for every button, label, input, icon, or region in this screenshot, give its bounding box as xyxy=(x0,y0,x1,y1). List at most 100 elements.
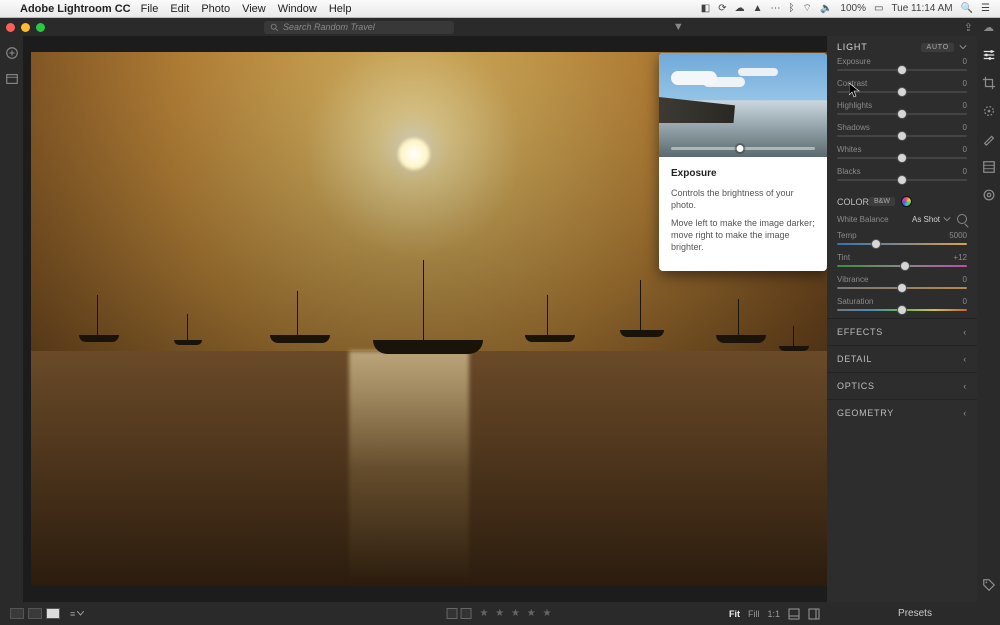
exposure-label: Exposure xyxy=(837,57,871,66)
menu-edit[interactable]: Edit xyxy=(170,3,189,15)
presets-button[interactable]: Presets xyxy=(840,608,990,619)
workspace: Exposure Controls the brightness of your… xyxy=(0,36,1000,602)
radial-gradient-icon[interactable] xyxy=(982,188,996,202)
edit-panel: LIGHT AUTO Exposure0 Contrast0 Highlight… xyxy=(827,36,977,602)
grid-view-button[interactable] xyxy=(10,608,24,619)
square-grid-button[interactable] xyxy=(28,608,42,619)
shadows-label: Shadows xyxy=(837,123,870,132)
tooltip-title: Exposure xyxy=(671,167,815,181)
zoom-1to1[interactable]: 1:1 xyxy=(767,609,780,619)
detail-view-button[interactable] xyxy=(46,608,60,619)
my-photos-icon[interactable] xyxy=(5,72,19,86)
notifications-icon[interactable]: ☰ xyxy=(981,3,990,14)
filter-icon[interactable]: ▼ xyxy=(673,21,684,34)
effects-section[interactable]: EFFECTS‹ xyxy=(827,318,977,345)
info-toggle-icon[interactable] xyxy=(808,608,820,620)
photo-canvas[interactable]: Exposure Controls the brightness of your… xyxy=(31,52,827,586)
mac-menubar: Adobe Lightroom CC File Edit Photo View … xyxy=(0,0,1000,18)
temp-label: Temp xyxy=(837,231,857,240)
tooltip-text-2: Move left to make the image darker; move… xyxy=(671,217,815,253)
vibrance-slider[interactable]: Vibrance 0 xyxy=(827,274,977,296)
spotlight-icon[interactable]: 🔍 xyxy=(961,3,973,14)
saturation-slider[interactable]: Saturation0 xyxy=(827,296,977,318)
battery-icon: ▭ xyxy=(874,3,883,14)
zoom-fill[interactable]: Fill xyxy=(748,609,760,619)
add-photos-icon[interactable] xyxy=(5,46,19,60)
right-tool-rail xyxy=(977,36,1000,602)
vibrance-value: 0 xyxy=(963,275,967,284)
saturation-label: Saturation xyxy=(837,297,873,306)
highlights-label: Highlights xyxy=(837,101,872,110)
tooltip-preview-slider[interactable] xyxy=(671,147,815,150)
highlights-value: 0 xyxy=(963,101,967,110)
contrast-label: Contrast xyxy=(837,79,867,88)
status-icon: ⟳ xyxy=(718,3,726,14)
edit-sliders-icon[interactable] xyxy=(982,48,996,62)
vibrance-label: Vibrance xyxy=(837,275,868,284)
left-rail xyxy=(0,36,23,602)
wb-eyedropper-icon[interactable] xyxy=(957,214,967,224)
whites-slider[interactable]: Whites 0 xyxy=(827,144,977,166)
keywords-icon[interactable] xyxy=(982,578,996,592)
whites-label: Whites xyxy=(837,145,861,154)
color-title: COLOR xyxy=(837,197,869,207)
color-section-header[interactable]: COLOR B&W xyxy=(827,188,977,212)
tint-slider[interactable]: Tint+12 xyxy=(827,252,977,274)
star-rating[interactable]: ★ ★ ★ ★ ★ xyxy=(480,608,554,619)
detail-section[interactable]: DETAIL‹ xyxy=(827,345,977,372)
flag-pick-button[interactable] xyxy=(447,608,458,619)
crop-icon[interactable] xyxy=(982,76,996,90)
menu-photo[interactable]: Photo xyxy=(201,3,230,15)
chevron-down-icon xyxy=(943,215,951,223)
cloud-sync-icon[interactable]: ☁ xyxy=(983,21,994,34)
bw-toggle[interactable]: B&W xyxy=(869,197,895,206)
shadows-slider[interactable]: Shadows0 xyxy=(827,122,977,144)
filmstrip-toggle-icon[interactable] xyxy=(788,608,800,620)
blacks-slider[interactable]: Blacks 0 xyxy=(827,166,977,188)
exposure-slider[interactable]: Exposure 0 xyxy=(827,56,977,78)
healing-brush-icon[interactable] xyxy=(982,104,996,118)
clock[interactable]: Tue 11:14 AM xyxy=(891,3,952,14)
exposure-value: 0 xyxy=(963,57,967,66)
whites-value: 0 xyxy=(963,145,967,154)
search-placeholder: Search Random Travel xyxy=(283,22,375,32)
volume-icon[interactable]: 🔈 xyxy=(820,3,832,14)
bluetooth-icon[interactable]: ᛒ xyxy=(789,3,795,14)
geometry-section[interactable]: GEOMETRY‹ xyxy=(827,399,977,426)
tooltip-preview xyxy=(659,53,827,157)
fullscreen-window-button[interactable] xyxy=(36,23,45,32)
zoom-fit[interactable]: Fit xyxy=(729,609,740,619)
white-balance-row[interactable]: White Balance As Shot xyxy=(827,212,977,230)
brush-icon[interactable] xyxy=(982,132,996,146)
sort-button[interactable]: ≡ xyxy=(70,609,84,619)
bottom-bar: ≡ ★ ★ ★ ★ ★ Fit Fill 1:1 Presets xyxy=(0,602,1000,625)
canvas-area: Exposure Controls the brightness of your… xyxy=(23,36,827,602)
wb-label: White Balance xyxy=(837,215,889,224)
view-mode-switcher xyxy=(10,608,60,619)
menu-window[interactable]: Window xyxy=(278,3,317,15)
tint-value: +12 xyxy=(953,253,967,262)
menu-help[interactable]: Help xyxy=(329,3,352,15)
highlights-slider[interactable]: Highlights 0 xyxy=(827,100,977,122)
app-name[interactable]: Adobe Lightroom CC xyxy=(20,3,131,15)
wifi-icon[interactable]: ⌔ xyxy=(803,2,812,15)
close-window-button[interactable] xyxy=(6,23,15,32)
menu-file[interactable]: File xyxy=(141,3,159,15)
blacks-label: Blacks xyxy=(837,167,861,176)
linear-gradient-icon[interactable] xyxy=(982,160,996,174)
wb-value[interactable]: As Shot xyxy=(912,215,940,224)
minimize-window-button[interactable] xyxy=(21,23,30,32)
color-mixer-icon[interactable] xyxy=(901,196,912,207)
flag-reject-button[interactable] xyxy=(461,608,472,619)
blacks-value: 0 xyxy=(963,167,967,176)
exposure-tooltip: Exposure Controls the brightness of your… xyxy=(659,53,827,271)
light-title: LIGHT xyxy=(837,42,868,52)
optics-section[interactable]: OPTICS‹ xyxy=(827,372,977,399)
menu-view[interactable]: View xyxy=(242,3,266,15)
search-input[interactable]: Search Random Travel xyxy=(264,21,454,34)
contrast-slider[interactable]: Contrast0 xyxy=(827,78,977,100)
auto-button[interactable]: AUTO xyxy=(921,43,954,52)
share-icon[interactable]: ⇪ xyxy=(964,21,973,34)
light-section-header[interactable]: LIGHT AUTO xyxy=(827,36,977,56)
temp-slider[interactable]: Temp5000 xyxy=(827,230,977,252)
